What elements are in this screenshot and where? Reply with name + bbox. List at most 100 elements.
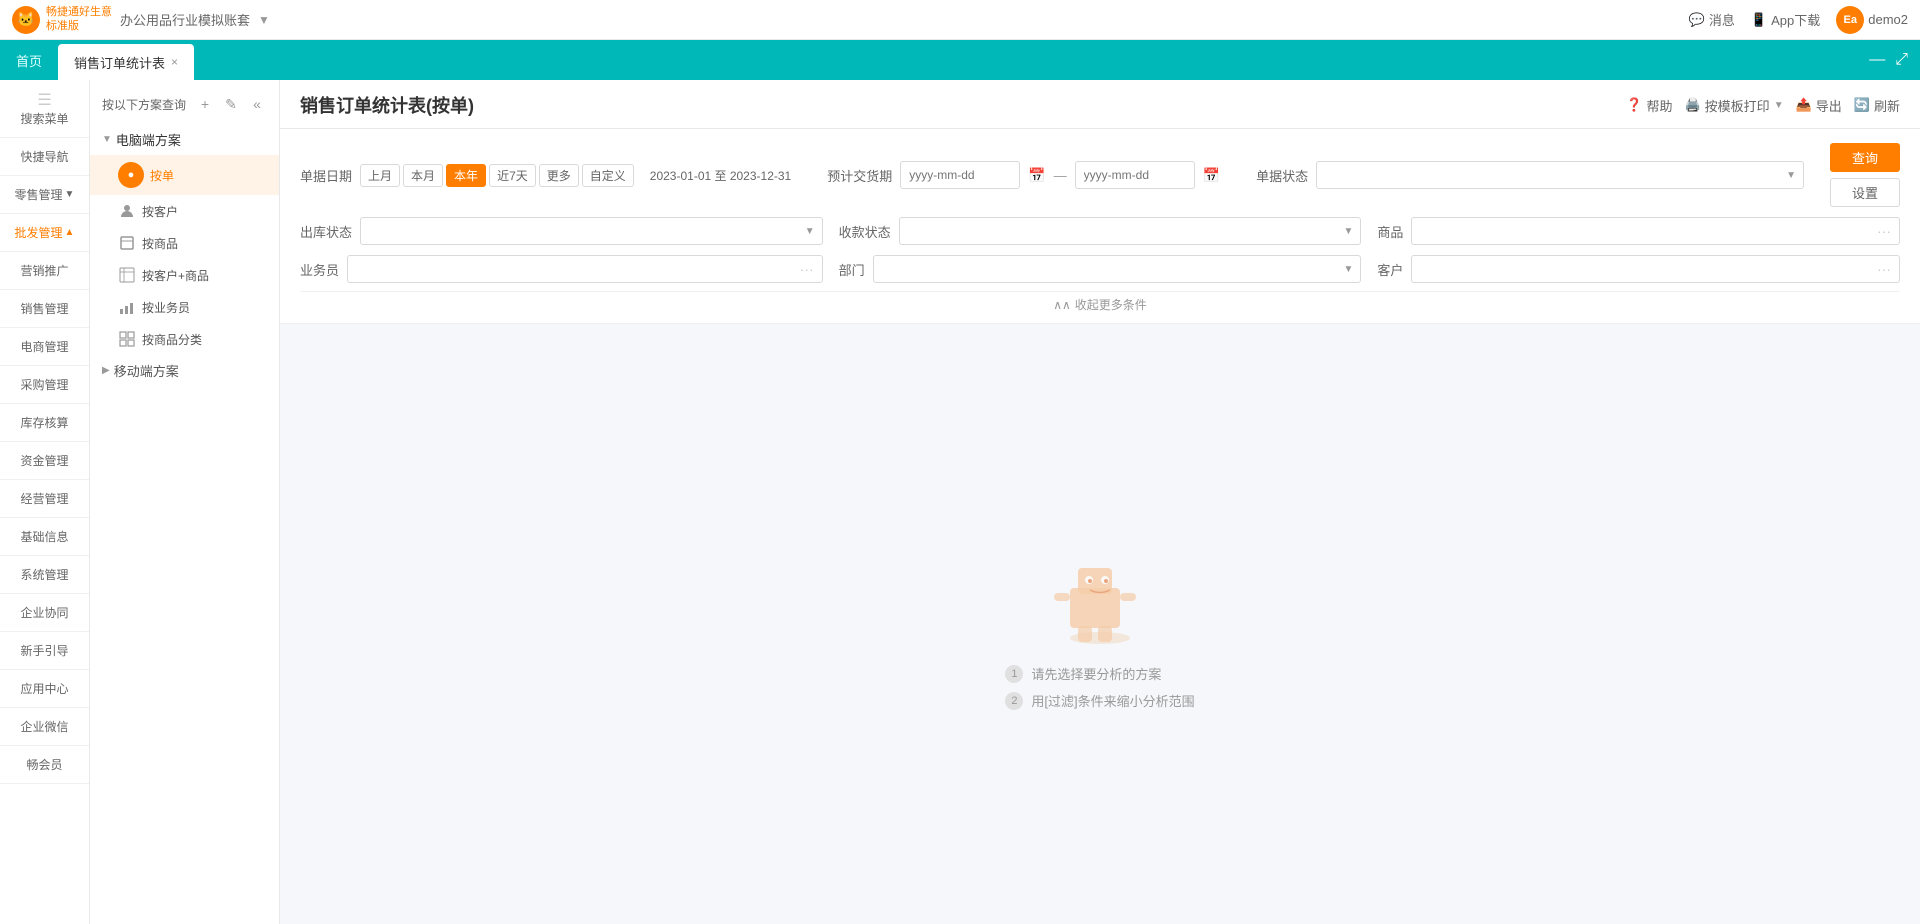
collapse-btn[interactable]: ∧∧ 收起更多条件 — [1053, 296, 1147, 313]
tree-group-mobile[interactable]: ▶ 移动端方案 — [90, 355, 279, 386]
empty-tip-1: 1 请先选择要分析的方案 — [1005, 664, 1194, 683]
delivery-date-start[interactable] — [900, 161, 1020, 189]
product-field: 商品 ··· — [1377, 217, 1900, 245]
date-range-text: 2023-01-01 至 2023-12-31 — [650, 167, 791, 184]
more-btn[interactable]: 更多 — [539, 164, 579, 187]
sidebar: ☰ 搜索菜单 快捷导航 零售管理 ▼ 批发管理 ▲ 营销推广 销售管理 电商管理 — [0, 80, 90, 924]
export-btn[interactable]: 📤 导出 — [1796, 96, 1842, 115]
top-bar-title: 办公用品行业模拟账套 — [120, 10, 250, 29]
tree-item-by-customer[interactable]: 按客户 — [90, 195, 279, 227]
category-icon — [118, 330, 136, 348]
sidebar-item-operations[interactable]: 经营管理 — [0, 480, 89, 518]
delivery-status-select[interactable] — [360, 217, 823, 245]
sidebar-item-marketing[interactable]: 营销推广 — [0, 252, 89, 290]
delivery-status-label: 出库状态 — [300, 222, 352, 241]
customer-icon — [118, 202, 136, 220]
this-year-btn[interactable]: 本年 — [446, 164, 486, 187]
department-field: 部门 ▼ — [839, 255, 1362, 283]
tree-group-desktop: ▼ 电脑端方案 ● 按单 按客户 — [90, 124, 279, 355]
sidebar-item-enterprise[interactable]: 企业协同 — [0, 594, 89, 632]
setting-btn[interactable]: 设置 — [1830, 178, 1900, 207]
salesperson-field: 业务员 ··· — [300, 255, 823, 283]
sidebar-item-app-center[interactable]: 应用中心 — [0, 670, 89, 708]
date-shortcuts: 上月 本月 本年 近7天 更多 自定义 — [360, 164, 634, 187]
refresh-icon: 🔄 — [1854, 97, 1870, 113]
date-end-calendar-icon: 📅 — [1203, 167, 1220, 184]
tree-item-by-category[interactable]: 按商品分类 — [90, 323, 279, 355]
top-bar-dropdown[interactable]: ▼ — [258, 13, 270, 27]
sidebar-item-newbie[interactable]: 新手引导 — [0, 632, 89, 670]
filter-row-3: 业务员 ··· 部门 ▼ 客户 — [300, 255, 1900, 283]
tab-home[interactable]: 首页 — [0, 40, 58, 80]
salesperson-label: 业务员 — [300, 260, 339, 279]
sidebar-item-search-menu[interactable]: ☰ 搜索菜单 — [0, 80, 89, 138]
filter-row-2: 出库状态 ▼ 收款状态 ▼ 商品 — [300, 217, 1900, 245]
logo-text: 畅捷通好生意 标准版 — [46, 6, 112, 32]
salesperson-more-icon[interactable]: ··· — [800, 261, 814, 277]
collapse-panel-btn[interactable]: « — [247, 94, 267, 114]
refresh-btn[interactable]: 🔄 刷新 — [1854, 96, 1900, 115]
this-month-btn[interactable]: 本月 — [403, 164, 443, 187]
sidebar-item-membership[interactable]: 畅会员 — [0, 746, 89, 784]
top-bar-right: 💬 消息 📱 App下载 Ea demo2 — [1689, 6, 1908, 34]
sidebar-item-ecommerce[interactable]: 电商管理 — [0, 328, 89, 366]
delivery-date-end[interactable] — [1075, 161, 1195, 189]
product-more-icon[interactable]: ··· — [1877, 223, 1891, 239]
tree-item-by-order[interactable]: ● 按单 — [90, 155, 279, 195]
sidebar-item-inventory[interactable]: 库存核算 — [0, 404, 89, 442]
collapse-up-icon: ∧∧ — [1053, 298, 1071, 312]
last-7-days-btn[interactable]: 近7天 — [489, 164, 536, 187]
export-icon: 📤 — [1796, 97, 1812, 113]
payment-status-select[interactable] — [899, 217, 1362, 245]
customer-field: 客户 ··· — [1377, 255, 1900, 283]
tree-item-by-cust-prod[interactable]: 按客户+商品 — [90, 259, 279, 291]
tab-bar: 首页 销售订单统计表 × — ⤢ — [0, 40, 1920, 80]
tree-item-by-salesperson[interactable]: 按业务员 — [90, 291, 279, 323]
bill-status-select[interactable] — [1316, 161, 1804, 189]
add-scheme-btn[interactable]: + — [195, 94, 215, 114]
department-label: 部门 — [839, 260, 865, 279]
tab-active[interactable]: 销售订单统计表 × — [58, 44, 194, 80]
help-icon: ❓ — [1626, 97, 1642, 113]
sidebar-item-basic-info[interactable]: 基础信息 — [0, 518, 89, 556]
sidebar-item-purchase[interactable]: 采购管理 — [0, 366, 89, 404]
help-btn[interactable]: ❓ 帮助 — [1626, 96, 1672, 115]
tree-group-desktop-label[interactable]: ▼ 电脑端方案 — [90, 124, 279, 155]
right-main: 销售订单统计表(按单) ❓ 帮助 🖨️ 按模板打印 ▼ 📤 导出 — [280, 80, 1920, 924]
product-icon — [118, 234, 136, 252]
print-btn[interactable]: 🖨️ 按模板打印 ▼ — [1684, 96, 1783, 115]
tab-bar-right: — ⤢ — [1869, 40, 1920, 80]
edit-scheme-btn[interactable]: ✎ — [221, 94, 241, 114]
app-download-btn[interactable]: 📱 App下载 — [1751, 10, 1820, 29]
delivery-status-field: 出库状态 ▼ — [300, 217, 823, 245]
query-btn[interactable]: 查询 — [1830, 143, 1900, 172]
sidebar-item-system[interactable]: 系统管理 — [0, 556, 89, 594]
sidebar-item-wholesale[interactable]: 批发管理 ▲ — [0, 214, 89, 252]
tree-item-by-product[interactable]: 按商品 — [90, 227, 279, 259]
tab-close-icon[interactable]: × — [171, 55, 178, 69]
user-area[interactable]: Ea demo2 — [1836, 6, 1908, 34]
sidebar-item-retail[interactable]: 零售管理 ▼ — [0, 176, 89, 214]
message-btn[interactable]: 💬 消息 — [1689, 10, 1735, 29]
customer-more-icon[interactable]: ··· — [1877, 261, 1891, 277]
left-panel: 按以下方案查询 + ✎ « ▼ 电脑端方案 ● 按单 — [90, 80, 280, 924]
sidebar-item-ent-wechat[interactable]: 企业微信 — [0, 708, 89, 746]
empty-tip-2: 2 用[过滤]条件来缩小分析范围 — [1005, 691, 1194, 710]
expected-delivery-field: 预计交货期 📅 — 📅 — [827, 161, 1220, 189]
empty-illustration — [1040, 538, 1160, 648]
collapse-bar: ∧∧ 收起更多条件 — [300, 291, 1900, 315]
department-select[interactable] — [873, 255, 1362, 283]
last-month-btn[interactable]: 上月 — [360, 164, 400, 187]
sidebar-item-finance[interactable]: 资金管理 — [0, 442, 89, 480]
product-label: 商品 — [1377, 222, 1403, 241]
minimize-btn[interactable]: — — [1869, 51, 1885, 69]
home-label: 首页 — [16, 51, 42, 70]
maximize-btn[interactable]: ⤢ — [1895, 51, 1908, 69]
sidebar-item-sales[interactable]: 销售管理 — [0, 290, 89, 328]
sidebar-item-quick-nav[interactable]: 快捷导航 — [0, 138, 89, 176]
salesperson-icon — [118, 298, 136, 316]
empty-tips: 1 请先选择要分析的方案 2 用[过滤]条件来缩小分析范围 — [1005, 664, 1194, 710]
custom-btn[interactable]: 自定义 — [582, 164, 634, 187]
logo-area: 🐱 畅捷通好生意 标准版 — [12, 6, 112, 34]
query-buttons: 查询 设置 — [1830, 143, 1900, 207]
